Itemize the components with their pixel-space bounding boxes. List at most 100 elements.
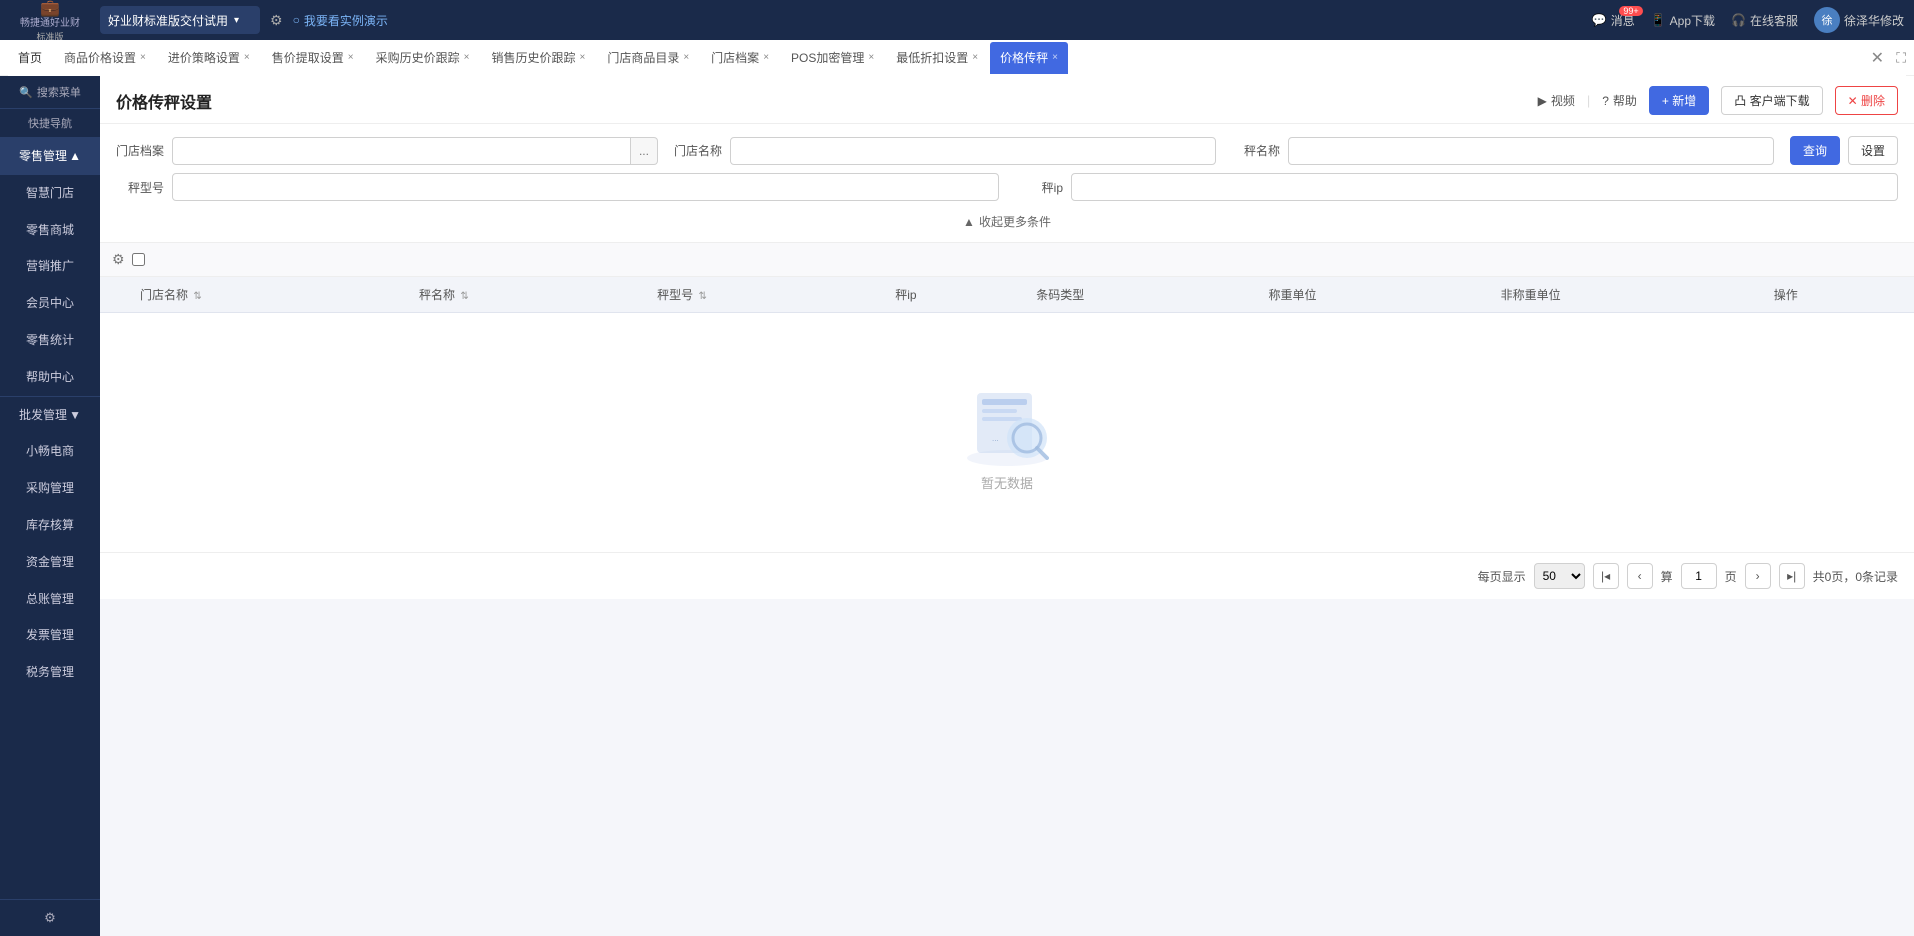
online-support-button[interactable]: 🎧 在线客服 xyxy=(1731,12,1798,29)
sidebar-item-member-center[interactable]: 会员中心 xyxy=(0,285,100,322)
settings-icon[interactable]: ⚙ xyxy=(270,12,283,29)
messages-badge: 99+ xyxy=(1619,6,1642,16)
sidebar-item-finance[interactable]: 资金管理 xyxy=(0,544,100,581)
page-number-input[interactable] xyxy=(1681,563,1717,589)
th-non-weight-unit: 非称重单位 xyxy=(1491,277,1764,313)
sort-icon: ⇅ xyxy=(698,291,706,302)
chevron-down-icon: ▼ xyxy=(69,407,81,424)
sidebar-item-invoice-mgmt[interactable]: 发票管理 xyxy=(0,617,100,654)
sidebar-item-label: 发票管理 xyxy=(26,628,74,642)
collapse-button[interactable]: ▲ 收起更多条件 xyxy=(116,209,1898,234)
nav-tabs-panel: 首页 商品价格设置 × 进价策略设置 × 售价提取设置 × 采购历史价跟踪 × … xyxy=(0,40,1914,76)
per-page-select[interactable]: 10 20 50 100 xyxy=(1534,563,1585,589)
th-scale-name[interactable]: 秤名称 ⇅ xyxy=(409,277,647,313)
chevron-up-icon: ▲ xyxy=(69,148,81,165)
tab-sale-price[interactable]: 售价提取设置 × xyxy=(262,42,364,74)
th-store-name[interactable]: 门店名称 ⇅ xyxy=(130,277,409,313)
tab-store-archive[interactable]: 门店档案 × xyxy=(701,42,779,74)
last-page-button[interactable]: ▸| xyxy=(1779,563,1805,589)
tab-label: 采购历史价跟踪 xyxy=(376,49,460,66)
store-archive-input[interactable] xyxy=(172,137,631,165)
sidebar-item-retail-stats[interactable]: 零售统计 xyxy=(0,322,100,359)
sidebar-item-inventory[interactable]: 库存核算 xyxy=(0,507,100,544)
sidebar-item-label: 税务管理 xyxy=(26,665,74,679)
tab-close-icon[interactable]: × xyxy=(140,52,146,63)
delete-button[interactable]: ✕ 删除 xyxy=(1835,86,1898,115)
user-menu-button[interactable]: 徐 徐泽华修改 xyxy=(1814,7,1904,33)
settings-button[interactable]: 设置 xyxy=(1848,136,1898,165)
close-all-icon[interactable]: ✕ xyxy=(1871,48,1884,68)
tab-pos-management[interactable]: POS加密管理 × xyxy=(781,42,884,74)
tab-close-icon[interactable]: × xyxy=(683,52,689,63)
download-button[interactable]: 凸 客户端下载 xyxy=(1721,86,1822,115)
tab-sale-history[interactable]: 销售历史价跟踪 × xyxy=(481,42,595,74)
empty-illustration: ... xyxy=(947,373,1067,473)
th-checkbox xyxy=(100,277,130,313)
tab-home-label: 首页 xyxy=(18,49,42,66)
tab-home[interactable]: 首页 xyxy=(8,42,52,74)
help-link[interactable]: ? 帮助 xyxy=(1602,92,1637,109)
store-archive-input-group: ... xyxy=(172,137,658,165)
tab-store-catalog[interactable]: 门店商品目录 × xyxy=(597,42,699,74)
messages-button[interactable]: 💬 消息 99+ xyxy=(1592,12,1635,29)
sidebar-item-label: 零售管理 xyxy=(19,148,67,165)
logo-area: 💼 畅捷通好业财 标准版 xyxy=(10,0,90,43)
add-button[interactable]: + 新增 xyxy=(1649,86,1709,115)
tab-close-icon[interactable]: × xyxy=(464,52,470,63)
tab-close-icon[interactable]: × xyxy=(579,52,585,63)
svg-text:...: ... xyxy=(992,434,999,443)
tab-min-discount[interactable]: 最低折扣设置 × xyxy=(886,42,988,74)
tab-close-icon[interactable]: × xyxy=(244,52,250,63)
th-scale-ip: 秤ip xyxy=(885,277,1026,313)
sidebar-item-help-center[interactable]: 帮助中心 xyxy=(0,359,100,396)
expand-icon[interactable]: ⛶ xyxy=(1896,49,1906,66)
scale-model-input[interactable] xyxy=(172,173,999,201)
tab-close-icon[interactable]: × xyxy=(1052,52,1058,63)
table-toolbar: ⚙ xyxy=(100,243,1914,277)
demo-link[interactable]: ○ 我要看实例演示 xyxy=(293,12,388,29)
tab-commodity-price[interactable]: 商品价格设置 × xyxy=(54,42,156,74)
sidebar-settings-button[interactable]: ⚙ xyxy=(0,899,100,936)
tab-close-icon[interactable]: × xyxy=(763,52,769,63)
sidebar-item-wholesale-mgmt[interactable]: 批发管理 ▼ xyxy=(0,397,100,434)
sidebar-item-general-ledger[interactable]: 总账管理 xyxy=(0,581,100,618)
video-link[interactable]: ▶ 视频 xyxy=(1538,92,1575,109)
collapse-label: 收起更多条件 xyxy=(979,213,1051,230)
sidebar-item-tax-mgmt[interactable]: 税务管理 xyxy=(0,654,100,691)
tab-purchase-strategy[interactable]: 进价策略设置 × xyxy=(158,42,260,74)
collapse-icon: ▲ xyxy=(963,215,975,229)
sidebar-item-label: 库存核算 xyxy=(26,518,74,532)
next-page-button[interactable]: › xyxy=(1745,563,1771,589)
table-settings-icon[interactable]: ⚙ xyxy=(112,251,125,268)
app-download-button[interactable]: 📱 App下载 xyxy=(1651,12,1715,29)
tab-label: 最低折扣设置 xyxy=(896,49,968,66)
tab-close-icon[interactable]: × xyxy=(868,52,874,63)
th-scale-model[interactable]: 秤型号 ⇅ xyxy=(647,277,885,313)
sidebar-item-retail-mall[interactable]: 零售商城 xyxy=(0,212,100,249)
sidebar-item-retail-mgmt[interactable]: 零售管理 ▲ xyxy=(0,138,100,175)
tab-close-icon[interactable]: × xyxy=(972,52,978,63)
sidebar-quick-nav[interactable]: 快捷导航 xyxy=(0,109,100,138)
tab-purchase-history[interactable]: 采购历史价跟踪 × xyxy=(366,42,480,74)
tab-selector[interactable]: 好业财标准版交付试用 ▾ xyxy=(100,6,260,34)
sidebar-search[interactable]: 🔍 搜索菜单 xyxy=(0,76,100,109)
sidebar-item-xiaochangec[interactable]: 小畅电商 xyxy=(0,433,100,470)
app-download-label: App下载 xyxy=(1670,12,1715,29)
scale-name-input[interactable] xyxy=(1288,137,1774,165)
first-page-button[interactable]: |◂ xyxy=(1593,563,1619,589)
sidebar-item-purchase-mgmt[interactable]: 采购管理 xyxy=(0,470,100,507)
query-button[interactable]: 查询 xyxy=(1790,136,1840,165)
sidebar-item-smart-store[interactable]: 智慧门店 xyxy=(0,175,100,212)
scale-ip-input[interactable] xyxy=(1071,173,1898,201)
store-archive-browse-button[interactable]: ... xyxy=(631,137,658,165)
store-name-input[interactable] xyxy=(730,137,1216,165)
sidebar-item-marketing[interactable]: 营销推广 xyxy=(0,248,100,285)
store-archive-label: 门店档案 xyxy=(116,142,164,159)
tab-price-scale[interactable]: 价格传秤 × xyxy=(990,42,1068,74)
prev-page-button[interactable]: ‹ xyxy=(1627,563,1653,589)
select-all-checkbox[interactable] xyxy=(132,253,145,266)
scale-ip-label: 秤ip xyxy=(1015,179,1063,196)
scale-ip-field: 秤ip xyxy=(1015,173,1898,201)
tab-close-icon[interactable]: × xyxy=(348,52,354,63)
app-name: 畅捷通好业财 xyxy=(20,18,80,30)
